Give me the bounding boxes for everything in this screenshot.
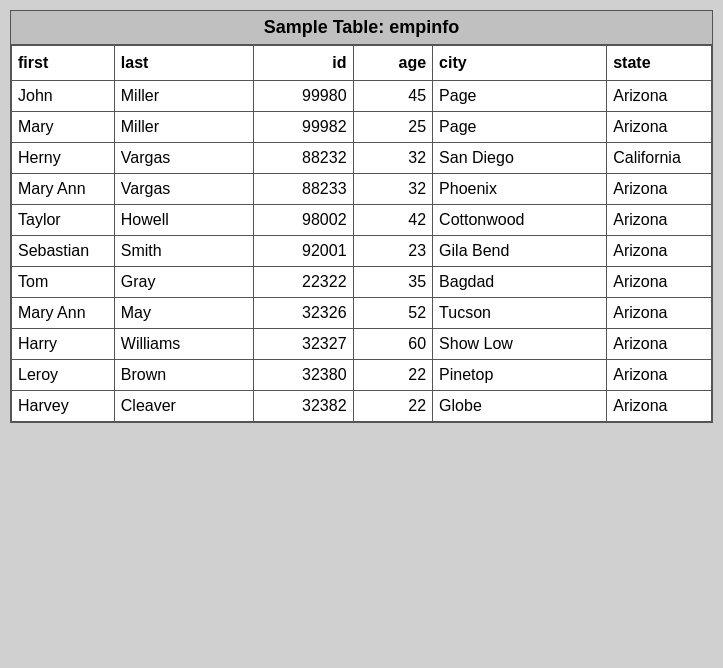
table-cell: 22 <box>353 391 433 422</box>
table-cell: Arizona <box>607 236 712 267</box>
table-cell: Miller <box>114 81 253 112</box>
table-cell: Cleaver <box>114 391 253 422</box>
table-title: Sample Table: empinfo <box>11 11 712 45</box>
table-cell: Gila Bend <box>433 236 607 267</box>
table-cell: May <box>114 298 253 329</box>
header-row: first last id age city state <box>12 46 712 81</box>
table-row: SebastianSmith9200123Gila BendArizona <box>12 236 712 267</box>
table-cell: Globe <box>433 391 607 422</box>
table-cell: Gray <box>114 267 253 298</box>
table-cell: 32327 <box>254 329 354 360</box>
table-cell: Howell <box>114 205 253 236</box>
table-cell: 22 <box>353 360 433 391</box>
table-cell: Arizona <box>607 205 712 236</box>
table-cell: 99980 <box>254 81 354 112</box>
table-cell: Pinetop <box>433 360 607 391</box>
table-cell: San Diego <box>433 143 607 174</box>
col-header-state: state <box>607 46 712 81</box>
table-cell: Tucson <box>433 298 607 329</box>
table-cell: Mary <box>12 112 115 143</box>
col-header-age: age <box>353 46 433 81</box>
table-row: JohnMiller9998045PageArizona <box>12 81 712 112</box>
table-row: LeroyBrown3238022PinetopArizona <box>12 360 712 391</box>
table-row: TaylorHowell9800242CottonwoodArizona <box>12 205 712 236</box>
table-cell: Arizona <box>607 267 712 298</box>
table-cell: Phoenix <box>433 174 607 205</box>
table-cell: 32382 <box>254 391 354 422</box>
table-row: MaryMiller9998225PageArizona <box>12 112 712 143</box>
emp-table: first last id age city state JohnMiller9… <box>11 45 712 422</box>
table-cell: 32380 <box>254 360 354 391</box>
table-cell: Williams <box>114 329 253 360</box>
col-header-id: id <box>254 46 354 81</box>
table-cell: Smith <box>114 236 253 267</box>
table-cell: Page <box>433 112 607 143</box>
table-cell: Arizona <box>607 174 712 205</box>
table-cell: 99982 <box>254 112 354 143</box>
table-cell: 98002 <box>254 205 354 236</box>
col-header-last: last <box>114 46 253 81</box>
table-cell: 32 <box>353 174 433 205</box>
table-cell: Page <box>433 81 607 112</box>
table-cell: 88232 <box>254 143 354 174</box>
col-header-city: city <box>433 46 607 81</box>
table-cell: Leroy <box>12 360 115 391</box>
table-cell: Arizona <box>607 360 712 391</box>
table-cell: 25 <box>353 112 433 143</box>
table-cell: 42 <box>353 205 433 236</box>
table-cell: Mary Ann <box>12 174 115 205</box>
table-cell: 35 <box>353 267 433 298</box>
table-cell: 88233 <box>254 174 354 205</box>
table-cell: Sebastian <box>12 236 115 267</box>
table-cell: 92001 <box>254 236 354 267</box>
col-header-first: first <box>12 46 115 81</box>
table-cell: Vargas <box>114 174 253 205</box>
table-row: HarveyCleaver3238222GlobeArizona <box>12 391 712 422</box>
table-cell: California <box>607 143 712 174</box>
table-cell: 32326 <box>254 298 354 329</box>
table-row: HarryWilliams3232760Show LowArizona <box>12 329 712 360</box>
table-cell: Tom <box>12 267 115 298</box>
table-cell: Brown <box>114 360 253 391</box>
table-cell: Arizona <box>607 81 712 112</box>
table-cell: Harry <box>12 329 115 360</box>
table-cell: Herny <box>12 143 115 174</box>
table-cell: Harvey <box>12 391 115 422</box>
table-cell: 52 <box>353 298 433 329</box>
table-cell: 60 <box>353 329 433 360</box>
table-row: Mary AnnMay3232652TucsonArizona <box>12 298 712 329</box>
table-cell: Vargas <box>114 143 253 174</box>
table-cell: Cottonwood <box>433 205 607 236</box>
table-row: Mary AnnVargas8823332PhoenixArizona <box>12 174 712 205</box>
table-container: Sample Table: empinfo first last id age … <box>10 10 713 423</box>
table-cell: 32 <box>353 143 433 174</box>
table-body: JohnMiller9998045PageArizonaMaryMiller99… <box>12 81 712 422</box>
table-cell: Arizona <box>607 329 712 360</box>
table-row: TomGray2232235BagdadArizona <box>12 267 712 298</box>
table-cell: Mary Ann <box>12 298 115 329</box>
table-cell: Arizona <box>607 298 712 329</box>
table-cell: Taylor <box>12 205 115 236</box>
table-cell: Arizona <box>607 112 712 143</box>
table-cell: 22322 <box>254 267 354 298</box>
table-cell: Arizona <box>607 391 712 422</box>
table-cell: Show Low <box>433 329 607 360</box>
table-cell: Bagdad <box>433 267 607 298</box>
table-row: HernyVargas8823232San DiegoCalifornia <box>12 143 712 174</box>
table-cell: 45 <box>353 81 433 112</box>
table-cell: John <box>12 81 115 112</box>
table-cell: Miller <box>114 112 253 143</box>
table-cell: 23 <box>353 236 433 267</box>
